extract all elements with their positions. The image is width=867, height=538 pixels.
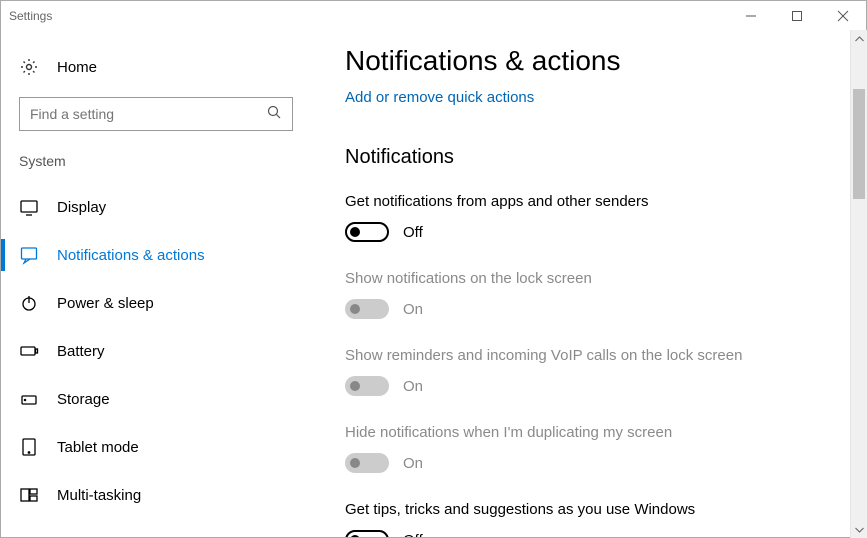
toggle-switch [345, 376, 389, 396]
sidebar-item-label: Tablet mode [57, 439, 139, 456]
sidebar-item-label: Storage [57, 391, 110, 408]
notifications-icon [19, 245, 39, 265]
close-button[interactable] [820, 1, 866, 31]
multitasking-icon [19, 485, 39, 505]
setting-duplicating: Hide notifications when I'm duplicating … [345, 424, 846, 473]
window-controls [728, 1, 866, 31]
sidebar-item-label: Multi-tasking [57, 487, 141, 504]
sidebar-item-label: Display [57, 199, 106, 216]
sidebar-item-label: Battery [57, 343, 105, 360]
sidebar-item-power[interactable]: Power & sleep [1, 279, 311, 327]
setting-label: Show reminders and incoming VoIP calls o… [345, 347, 846, 364]
toggle-switch[interactable] [345, 222, 389, 242]
sidebar-item-notifications[interactable]: Notifications & actions [1, 231, 311, 279]
sidebar-item-label: Notifications & actions [57, 247, 205, 264]
setting-label: Get notifications from apps and other se… [345, 193, 846, 210]
toggle-value: Off [403, 532, 423, 538]
toggle-value: Off [403, 224, 423, 241]
storage-icon [19, 389, 39, 409]
scroll-up-arrow[interactable] [851, 30, 867, 47]
sidebar-item-storage[interactable]: Storage [1, 375, 311, 423]
home-button[interactable]: Home [1, 51, 311, 91]
content-area: Notifications & actions Add or remove qu… [311, 31, 866, 537]
nav-list: Display Notifications & actions Power & … [1, 183, 311, 519]
quick-actions-link[interactable]: Add or remove quick actions [345, 89, 534, 106]
search-input[interactable] [19, 97, 293, 131]
sidebar-item-display[interactable]: Display [1, 183, 311, 231]
page-title: Notifications & actions [345, 45, 846, 77]
maximize-button[interactable] [774, 1, 820, 31]
search-icon [267, 105, 282, 123]
setting-tips: Get tips, tricks and suggestions as you … [345, 501, 846, 537]
power-icon [19, 293, 39, 313]
sidebar-item-battery[interactable]: Battery [1, 327, 311, 375]
scroll-track[interactable] [851, 47, 867, 521]
display-icon [19, 197, 39, 217]
sidebar-item-tablet[interactable]: Tablet mode [1, 423, 311, 471]
setting-lock-screen: Show notifications on the lock screen On [345, 270, 846, 319]
home-label: Home [57, 59, 97, 76]
setting-label: Hide notifications when I'm duplicating … [345, 424, 846, 441]
window-title: Settings [9, 9, 728, 23]
sidebar-item-multitasking[interactable]: Multi-tasking [1, 471, 311, 519]
battery-icon [19, 341, 39, 361]
minimize-button[interactable] [728, 1, 774, 31]
scrollbar[interactable] [850, 30, 867, 538]
toggle-value: On [403, 378, 423, 395]
category-label: System [1, 153, 311, 183]
section-heading: Notifications [345, 146, 846, 169]
sidebar: Home System Display Notifi [1, 31, 311, 537]
search-field[interactable] [30, 106, 267, 122]
scroll-thumb[interactable] [853, 89, 865, 199]
toggle-switch [345, 299, 389, 319]
toggle-switch[interactable] [345, 530, 389, 537]
setting-label: Show notifications on the lock screen [345, 270, 846, 287]
gear-icon [19, 57, 39, 77]
scroll-down-arrow[interactable] [851, 521, 867, 538]
tablet-icon [19, 437, 39, 457]
title-bar: Settings [1, 1, 866, 31]
setting-get-notifications: Get notifications from apps and other se… [345, 193, 846, 242]
setting-voip-lock: Show reminders and incoming VoIP calls o… [345, 347, 846, 396]
toggle-value: On [403, 455, 423, 472]
sidebar-item-label: Power & sleep [57, 295, 154, 312]
setting-label: Get tips, tricks and suggestions as you … [345, 501, 846, 518]
toggle-value: On [403, 301, 423, 318]
toggle-switch [345, 453, 389, 473]
